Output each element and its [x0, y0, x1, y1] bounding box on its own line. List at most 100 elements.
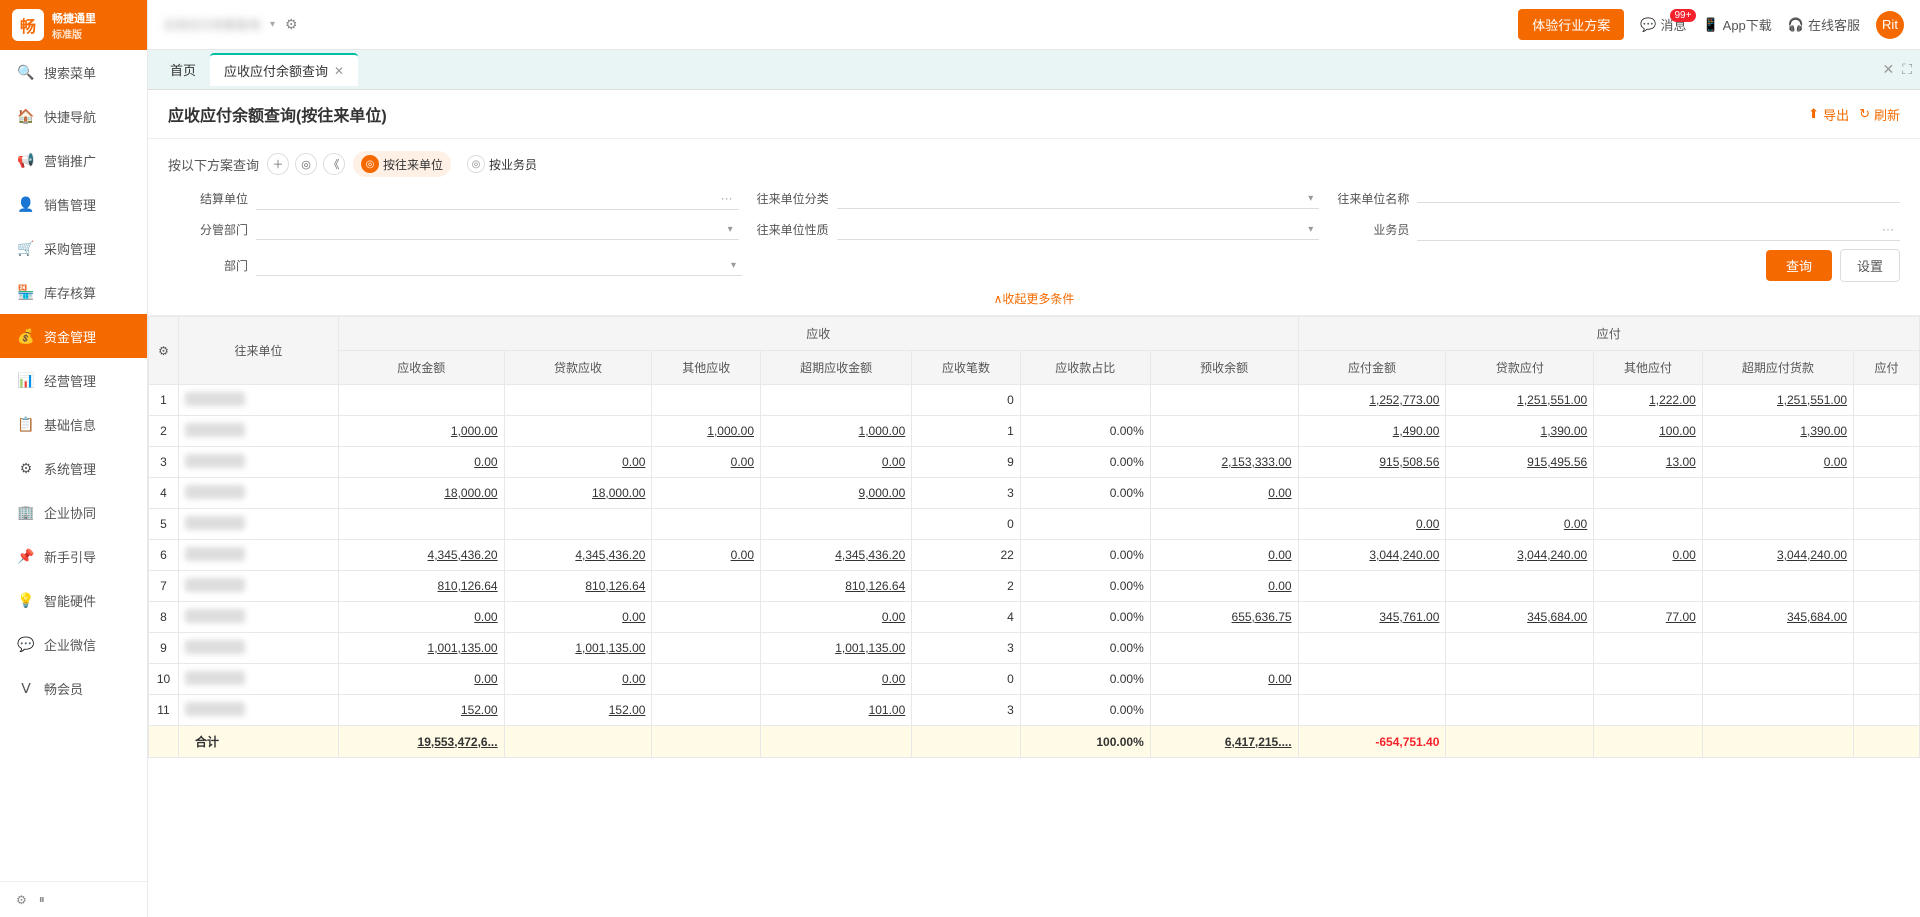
- scheme-option-salesperson[interactable]: ◎ 按业务员: [459, 151, 545, 177]
- row-ap-loan[interactable]: 1,251,551.00: [1446, 385, 1594, 416]
- row-ap-amount[interactable]: 1,490.00: [1298, 416, 1446, 447]
- row-ar-overdue[interactable]: 810,126.64: [761, 571, 912, 602]
- row-advance[interactable]: 2,153,333.00: [1150, 447, 1298, 478]
- row-ap-loan[interactable]: 345,684.00: [1446, 602, 1594, 633]
- row-ap-overdue[interactable]: 1,390.00: [1702, 416, 1853, 447]
- row-ap-other[interactable]: 13.00: [1594, 447, 1703, 478]
- row-ar-count[interactable]: 3: [912, 633, 1021, 664]
- row-ar-ratio[interactable]: 0.00%: [1020, 416, 1150, 447]
- row-ar-other[interactable]: 1,000.00: [652, 416, 761, 447]
- row-ar-amount[interactable]: 0.00: [339, 602, 505, 633]
- row-ap-overdue[interactable]: 3,044,240.00: [1702, 540, 1853, 571]
- row-ar-loan[interactable]: 0.00: [504, 664, 652, 695]
- sidebar-item-quick[interactable]: 🏠 快捷导航: [0, 94, 147, 138]
- row-ar-overdue[interactable]: 1,000.00: [761, 416, 912, 447]
- back-scheme-icon[interactable]: 《: [323, 153, 345, 175]
- row-ar-ratio[interactable]: 0.00%: [1020, 478, 1150, 509]
- row-ar-count[interactable]: 4: [912, 602, 1021, 633]
- sidebar-item-inventory[interactable]: 🏪 库存核算: [0, 270, 147, 314]
- sidebar-item-operation[interactable]: 📊 经营管理: [0, 358, 147, 402]
- total-ar-amount[interactable]: 19,553,472,6...: [339, 726, 505, 758]
- department-input[interactable]: ▾: [256, 256, 742, 276]
- sidebar-item-hardware[interactable]: 💡 智能硬件: [0, 578, 147, 622]
- trial-btn[interactable]: 体验行业方案: [1518, 9, 1624, 40]
- row-ar-count[interactable]: 1: [912, 416, 1021, 447]
- sidebar-item-system[interactable]: ⚙ 系统管理: [0, 446, 147, 490]
- row-ap-amount[interactable]: 1,252,773.00: [1298, 385, 1446, 416]
- gear-icon[interactable]: ⚙: [285, 16, 298, 33]
- row-ar-count[interactable]: 3: [912, 695, 1021, 726]
- sidebar-item-marketing[interactable]: 📢 营销推广: [0, 138, 147, 182]
- row-ar-loan[interactable]: 18,000.00: [504, 478, 652, 509]
- row-ar-amount[interactable]: 152.00: [339, 695, 505, 726]
- salesperson-input[interactable]: ···: [1417, 218, 1900, 241]
- row-ar-overdue[interactable]: 9,000.00: [761, 478, 912, 509]
- sidebar-item-basic[interactable]: 📋 基础信息: [0, 402, 147, 446]
- row-ap-amount[interactable]: 915,508.56: [1298, 447, 1446, 478]
- row-ar-overdue[interactable]: 4,345,436.20: [761, 540, 912, 571]
- window-expand-icon[interactable]: ⛶: [1902, 61, 1912, 78]
- row-ap-amount[interactable]: 3,044,240.00: [1298, 540, 1446, 571]
- dept-head-input[interactable]: ▾: [256, 220, 739, 240]
- row-ar-overdue[interactable]: 101.00: [761, 695, 912, 726]
- row-ap-loan[interactable]: 1,390.00: [1446, 416, 1594, 447]
- row-ar-amount[interactable]: 4,345,436.20: [339, 540, 505, 571]
- dropdown-icon[interactable]: ▾: [270, 19, 275, 30]
- sidebar-item-purchase[interactable]: 🛒 采购管理: [0, 226, 147, 270]
- row-ar-loan[interactable]: 0.00: [504, 447, 652, 478]
- row-ar-loan[interactable]: 0.00: [504, 602, 652, 633]
- row-ar-loan[interactable]: 4,345,436.20: [504, 540, 652, 571]
- row-ap-other[interactable]: 100.00: [1594, 416, 1703, 447]
- window-close-icon[interactable]: ✕: [1882, 61, 1894, 78]
- table-settings-icon[interactable]: ⚙: [158, 344, 169, 358]
- collapse-btn[interactable]: ∧ 收起更多条件: [168, 290, 1900, 307]
- sidebar-item-guide[interactable]: 📌 新手引导: [0, 534, 147, 578]
- row-ar-count[interactable]: 22: [912, 540, 1021, 571]
- row-ap-overdue[interactable]: 345,684.00: [1702, 602, 1853, 633]
- edit-scheme-icon[interactable]: ◎: [295, 153, 317, 175]
- row-ar-amount[interactable]: 18,000.00: [339, 478, 505, 509]
- export-btn[interactable]: ⬆ 导出: [1808, 105, 1849, 124]
- row-ap-overdue[interactable]: 0.00: [1702, 447, 1853, 478]
- row-ar-ratio[interactable]: 0.00%: [1020, 540, 1150, 571]
- message-btn[interactable]: 💬 消息 99+: [1640, 15, 1686, 34]
- row-ap-overdue[interactable]: 1,251,551.00: [1702, 385, 1853, 416]
- row-ar-other[interactable]: 0.00: [652, 447, 761, 478]
- refresh-btn[interactable]: ↻ 刷新: [1859, 105, 1900, 124]
- row-ar-count[interactable]: 3: [912, 478, 1021, 509]
- row-advance[interactable]: 0.00: [1150, 571, 1298, 602]
- row-ar-amount[interactable]: 0.00: [339, 664, 505, 695]
- row-ar-loan[interactable]: 1,001,135.00: [504, 633, 652, 664]
- row-ar-amount[interactable]: 0.00: [339, 447, 505, 478]
- add-scheme-icon[interactable]: ＋: [267, 153, 289, 175]
- row-ap-other[interactable]: 1,222.00: [1594, 385, 1703, 416]
- row-ar-count[interactable]: 0: [912, 664, 1021, 695]
- row-advance[interactable]: 0.00: [1150, 478, 1298, 509]
- row-ar-overdue[interactable]: 0.00: [761, 664, 912, 695]
- row-ar-amount[interactable]: 1,000.00: [339, 416, 505, 447]
- tab-home[interactable]: 首页: [156, 54, 210, 85]
- row-ap-amount[interactable]: 0.00: [1298, 509, 1446, 540]
- row-ar-loan[interactable]: 810,126.64: [504, 571, 652, 602]
- row-ar-count[interactable]: 2: [912, 571, 1021, 602]
- tab-balance[interactable]: 应收应付余额查询 ✕: [210, 53, 358, 86]
- row-ar-count[interactable]: 9: [912, 447, 1021, 478]
- row-ar-overdue[interactable]: 1,001,135.00: [761, 633, 912, 664]
- row-ar-amount[interactable]: 1,001,135.00: [339, 633, 505, 664]
- query-button[interactable]: 查询: [1766, 250, 1832, 281]
- row-ar-ratio[interactable]: 0.00%: [1020, 602, 1150, 633]
- row-advance[interactable]: 0.00: [1150, 664, 1298, 695]
- partner-category-input[interactable]: ▾: [837, 189, 1320, 209]
- row-ap-amount[interactable]: 345,761.00: [1298, 602, 1446, 633]
- user-avatar[interactable]: Rit: [1876, 11, 1904, 39]
- scheme-option-partner[interactable]: ◎ 按往来单位: [353, 151, 451, 177]
- row-ar-ratio[interactable]: 0.00%: [1020, 695, 1150, 726]
- partner-nature-input[interactable]: ▾: [837, 220, 1320, 240]
- settlement-unit-input[interactable]: ···: [256, 187, 739, 210]
- row-ar-loan[interactable]: 152.00: [504, 695, 652, 726]
- row-ar-other[interactable]: 0.00: [652, 540, 761, 571]
- total-advance[interactable]: 6,417,215....: [1150, 726, 1298, 758]
- row-ar-overdue[interactable]: 0.00: [761, 447, 912, 478]
- row-ar-count[interactable]: 0: [912, 385, 1021, 416]
- sidebar-item-search[interactable]: 🔍 搜索菜单: [0, 50, 147, 94]
